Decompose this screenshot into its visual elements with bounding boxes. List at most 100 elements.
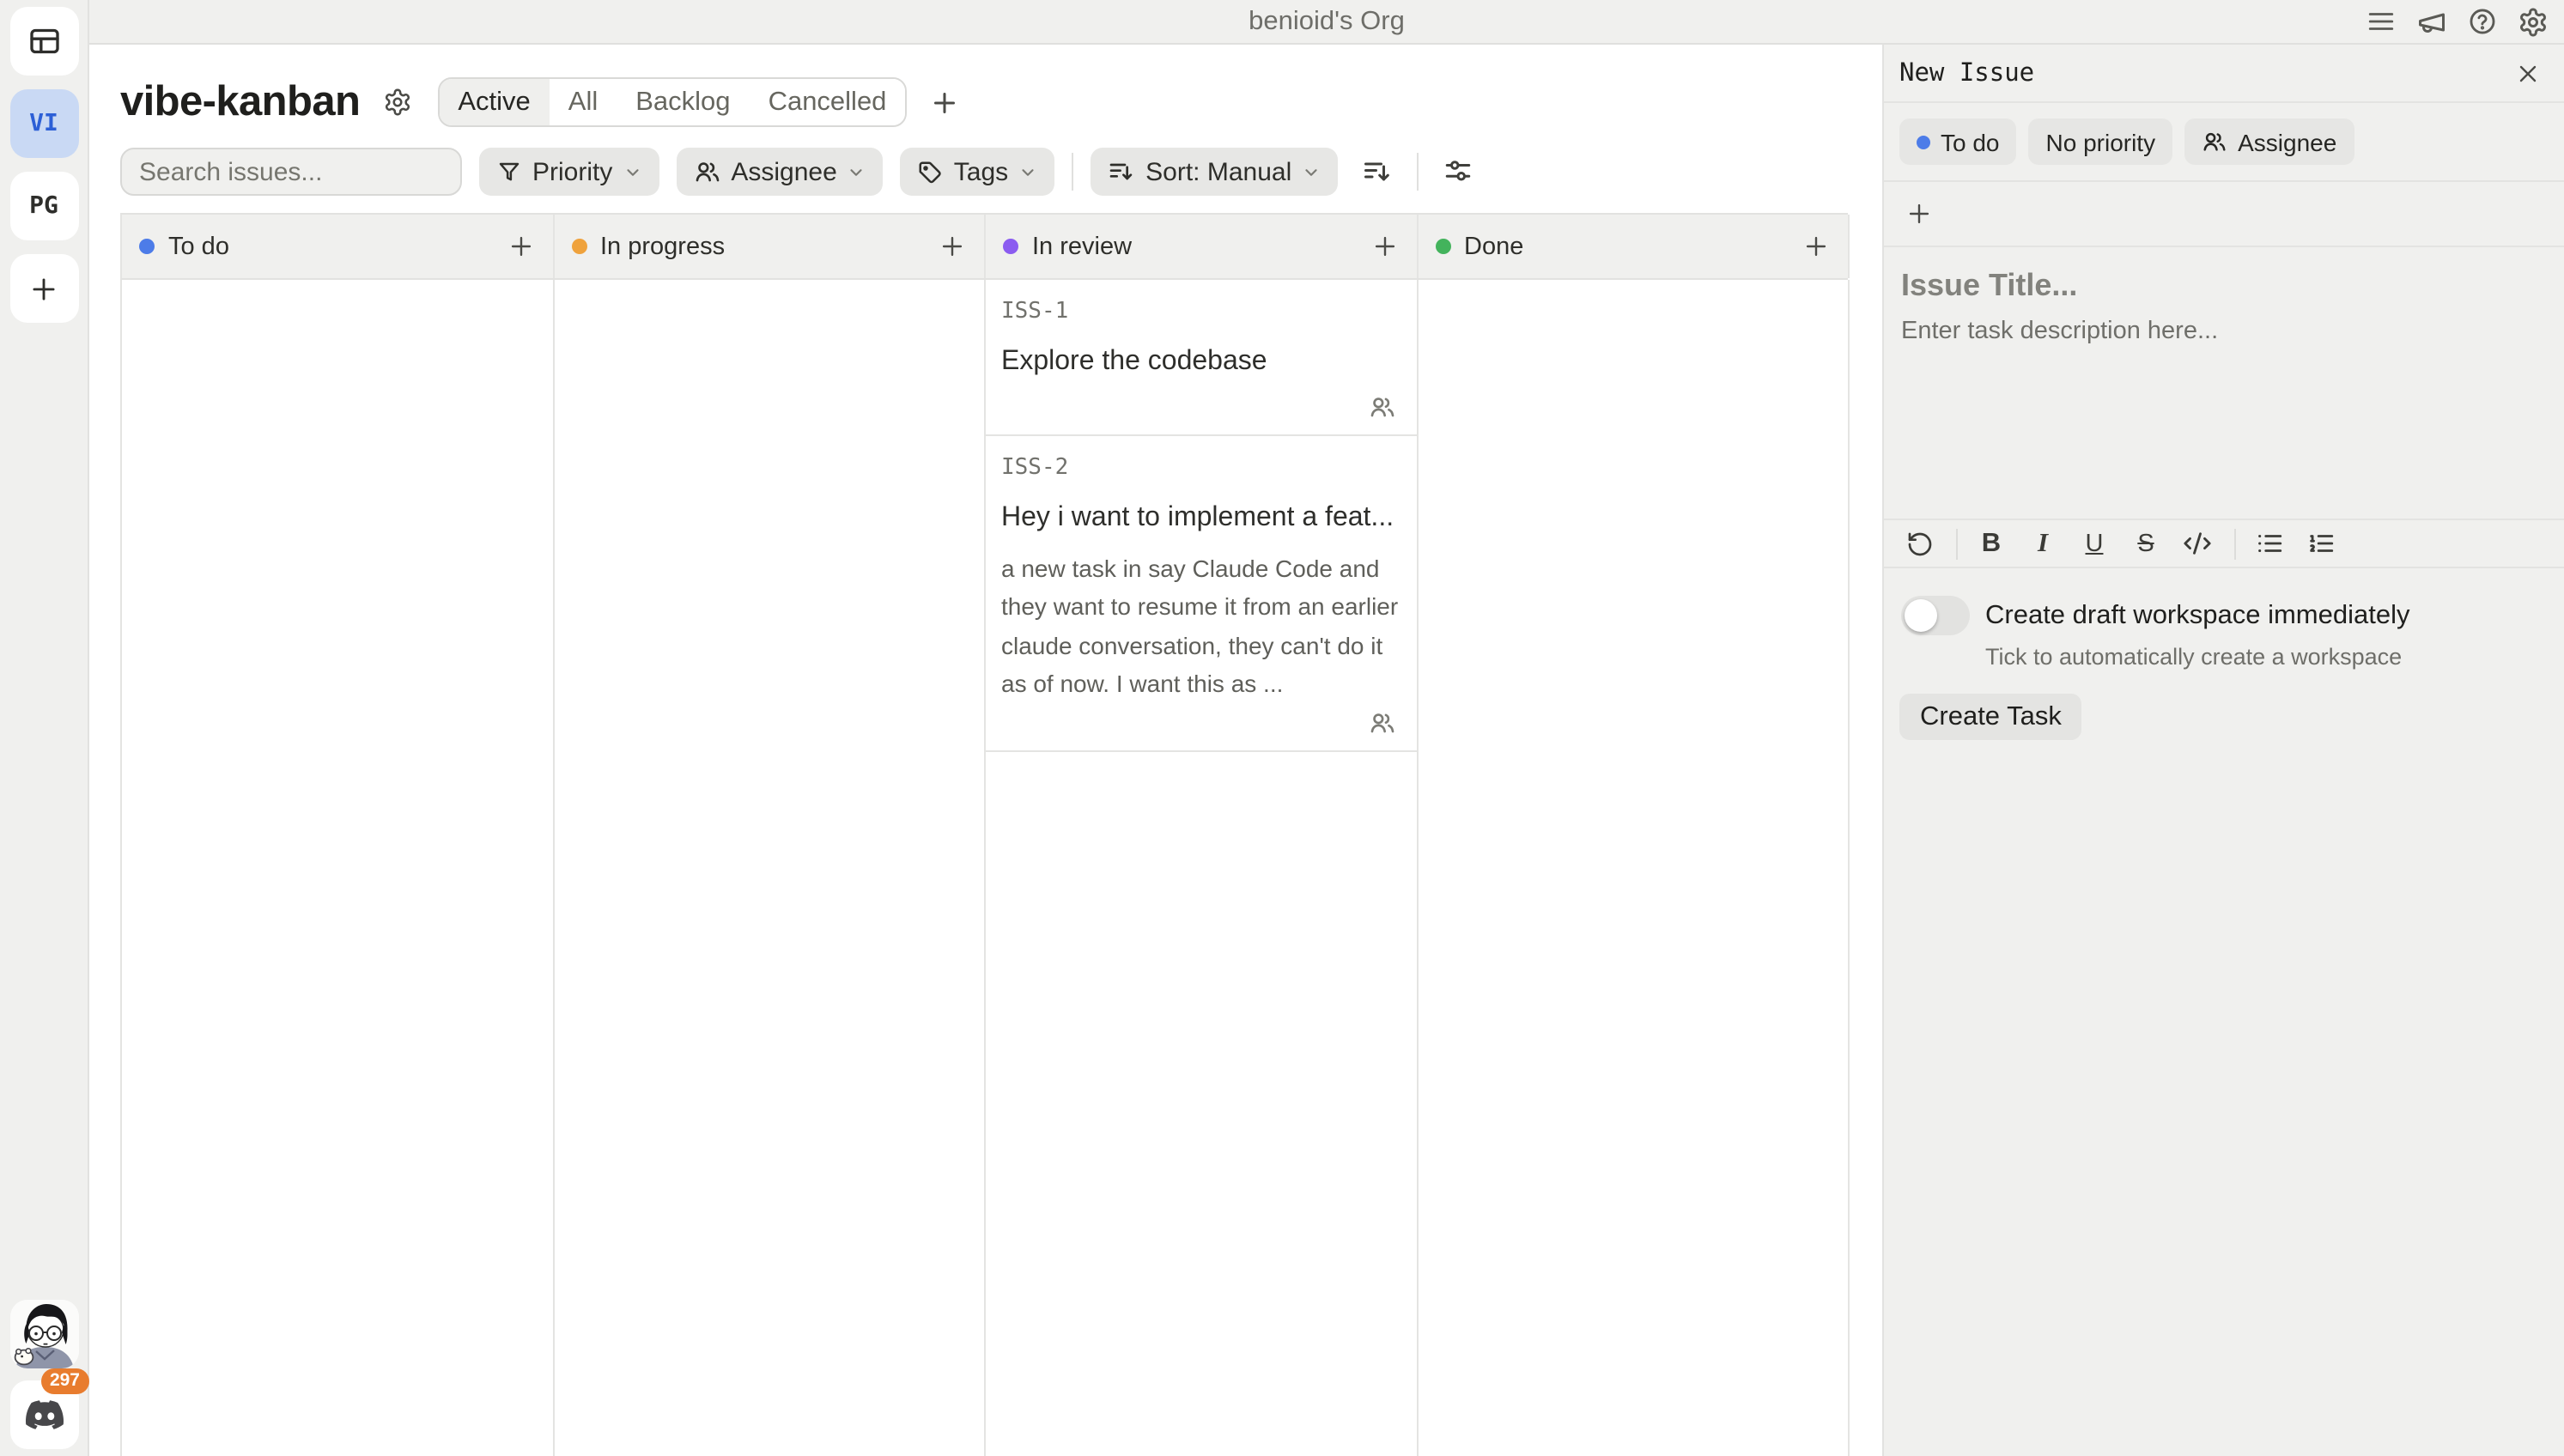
assignee-users-icon xyxy=(1368,709,1395,737)
issue-id: ISS-2 xyxy=(1001,455,1400,481)
column-bodies: ISS-1 Explore the codebase ISS-2 Hey i w… xyxy=(120,280,1848,1456)
issue-card[interactable]: ISS-1 Explore the codebase xyxy=(986,280,1416,436)
sliders-icon xyxy=(1443,156,1473,187)
column-done xyxy=(1418,280,1850,1456)
assignee-filter-button[interactable]: Assignee xyxy=(676,148,883,196)
code-button[interactable] xyxy=(2183,529,2212,558)
priority-filter-button[interactable]: Priority xyxy=(479,148,659,196)
toggle-helper-text: Tick to automatically create a workspace xyxy=(1985,644,2547,670)
issue-card[interactable]: ISS-2 Hey i want to implement a feat... … xyxy=(986,436,1416,752)
kanban-board: To do In progress In review xyxy=(120,213,1848,1456)
announcements-button[interactable] xyxy=(2416,6,2447,37)
tab-cancelled[interactable]: Cancelled xyxy=(750,79,906,125)
hamburger-menu-icon xyxy=(2367,7,2396,36)
bullet-list-button[interactable] xyxy=(2255,529,2284,558)
undo-button[interactable] xyxy=(1905,530,1934,557)
add-view-button[interactable] xyxy=(929,87,960,118)
tag-icon xyxy=(918,159,944,185)
panel-header: New Issue xyxy=(1884,45,2564,103)
status-dot xyxy=(1003,239,1018,254)
plus-icon xyxy=(1905,199,1934,228)
settings-button[interactable] xyxy=(2518,6,2549,37)
issue-property-badges: To do No priority Assignee xyxy=(1884,103,2564,182)
chevron-down-icon xyxy=(1302,162,1321,181)
divider xyxy=(2234,528,2236,559)
column-header-done: Done xyxy=(1418,215,1850,278)
column-in-review: ISS-1 Explore the codebase ISS-2 Hey i w… xyxy=(986,280,1418,1456)
new-issue-panel: New Issue To do No priority Assignee xyxy=(1882,45,2564,1456)
code-icon xyxy=(2183,529,2212,558)
tab-active[interactable]: Active xyxy=(439,79,549,125)
sidebar-add-workspace-button[interactable] xyxy=(9,254,78,323)
status-badge[interactable]: To do xyxy=(1899,118,2017,165)
chevron-down-icon xyxy=(1018,162,1037,181)
display-options-button[interactable] xyxy=(1436,149,1480,194)
menu-button[interactable] xyxy=(2367,7,2396,36)
column-header-in-progress: In progress xyxy=(554,215,986,278)
workspace-initials: VI xyxy=(29,110,58,137)
italic-button[interactable]: I xyxy=(2028,528,2057,559)
column-header-in-review: In review xyxy=(986,215,1418,278)
numbered-list-button[interactable] xyxy=(2306,529,2336,558)
help-button[interactable] xyxy=(2468,7,2497,36)
bold-button[interactable]: B xyxy=(1977,528,2006,559)
sidebar-workspace-pg[interactable]: PG xyxy=(9,172,78,240)
issue-title: Hey i want to implement a feat... xyxy=(1001,503,1400,534)
issue-title-input[interactable] xyxy=(1901,268,2547,304)
bullet-list-icon xyxy=(2255,529,2284,558)
divider xyxy=(1072,153,1073,191)
issue-description-input[interactable] xyxy=(1901,318,2547,519)
add-property-row xyxy=(1884,182,2564,247)
search-input[interactable] xyxy=(120,148,462,196)
create-workspace-toggle[interactable] xyxy=(1901,596,1970,635)
add-property-button[interactable] xyxy=(1905,199,1934,228)
underline-button[interactable]: U xyxy=(2080,530,2109,557)
users-icon xyxy=(693,158,720,185)
strikethrough-button[interactable]: S xyxy=(2131,530,2160,557)
create-task-button[interactable]: Create Task xyxy=(1899,694,2082,740)
assignee-badge[interactable]: Assignee xyxy=(2184,118,2354,165)
add-issue-todo-button[interactable] xyxy=(506,232,535,261)
topbar-icons xyxy=(2367,6,2564,37)
column-in-progress xyxy=(554,280,986,1456)
org-title: benioid's Org xyxy=(89,6,2564,37)
plus-icon xyxy=(27,272,60,305)
status-dot xyxy=(571,239,586,254)
close-panel-button[interactable] xyxy=(2514,59,2542,87)
gear-icon xyxy=(382,88,411,117)
status-dot xyxy=(1435,239,1450,254)
sort-order-button[interactable] xyxy=(1355,149,1400,194)
tab-all[interactable]: All xyxy=(550,79,617,125)
view-tabs: Active All Backlog Cancelled xyxy=(437,77,907,127)
column-headers: To do In progress In review xyxy=(120,213,1848,280)
sidebar-layout-button[interactable] xyxy=(9,7,78,76)
card-footer xyxy=(1001,393,1400,421)
workspace-toggle-row: Create draft workspace immediately xyxy=(1901,596,2547,635)
sidebar-workspace-vi[interactable]: VI xyxy=(9,89,78,158)
tab-backlog[interactable]: Backlog xyxy=(617,79,749,125)
add-issue-in-progress-button[interactable] xyxy=(938,232,967,261)
toggle-label: Create draft workspace immediately xyxy=(1985,600,2410,631)
funnel-icon xyxy=(496,159,522,185)
help-icon xyxy=(2468,7,2497,36)
app-window: VI PG xyxy=(0,0,2564,1456)
megaphone-icon xyxy=(2416,6,2447,37)
board-settings-button[interactable] xyxy=(382,88,411,117)
add-issue-in-review-button[interactable] xyxy=(1370,232,1399,261)
priority-badge[interactable]: No priority xyxy=(2029,118,2173,165)
issue-id: ISS-1 xyxy=(1001,299,1400,325)
plus-icon xyxy=(929,87,960,118)
column-header-todo: To do xyxy=(122,215,554,278)
gear-icon xyxy=(2518,6,2549,37)
workspace-initials: PG xyxy=(29,192,58,220)
user-avatar[interactable] xyxy=(9,1300,78,1368)
add-issue-done-button[interactable] xyxy=(1801,232,1831,261)
close-icon xyxy=(2514,59,2542,87)
toggle-knob xyxy=(1905,599,1937,632)
tags-filter-button[interactable]: Tags xyxy=(901,148,1054,196)
discord-icon xyxy=(25,1396,63,1434)
sort-button[interactable]: Sort: Manual xyxy=(1091,148,1338,196)
status-dot xyxy=(139,239,155,254)
divider xyxy=(1956,528,1958,559)
issue-title: Explore the codebase xyxy=(1001,347,1400,378)
